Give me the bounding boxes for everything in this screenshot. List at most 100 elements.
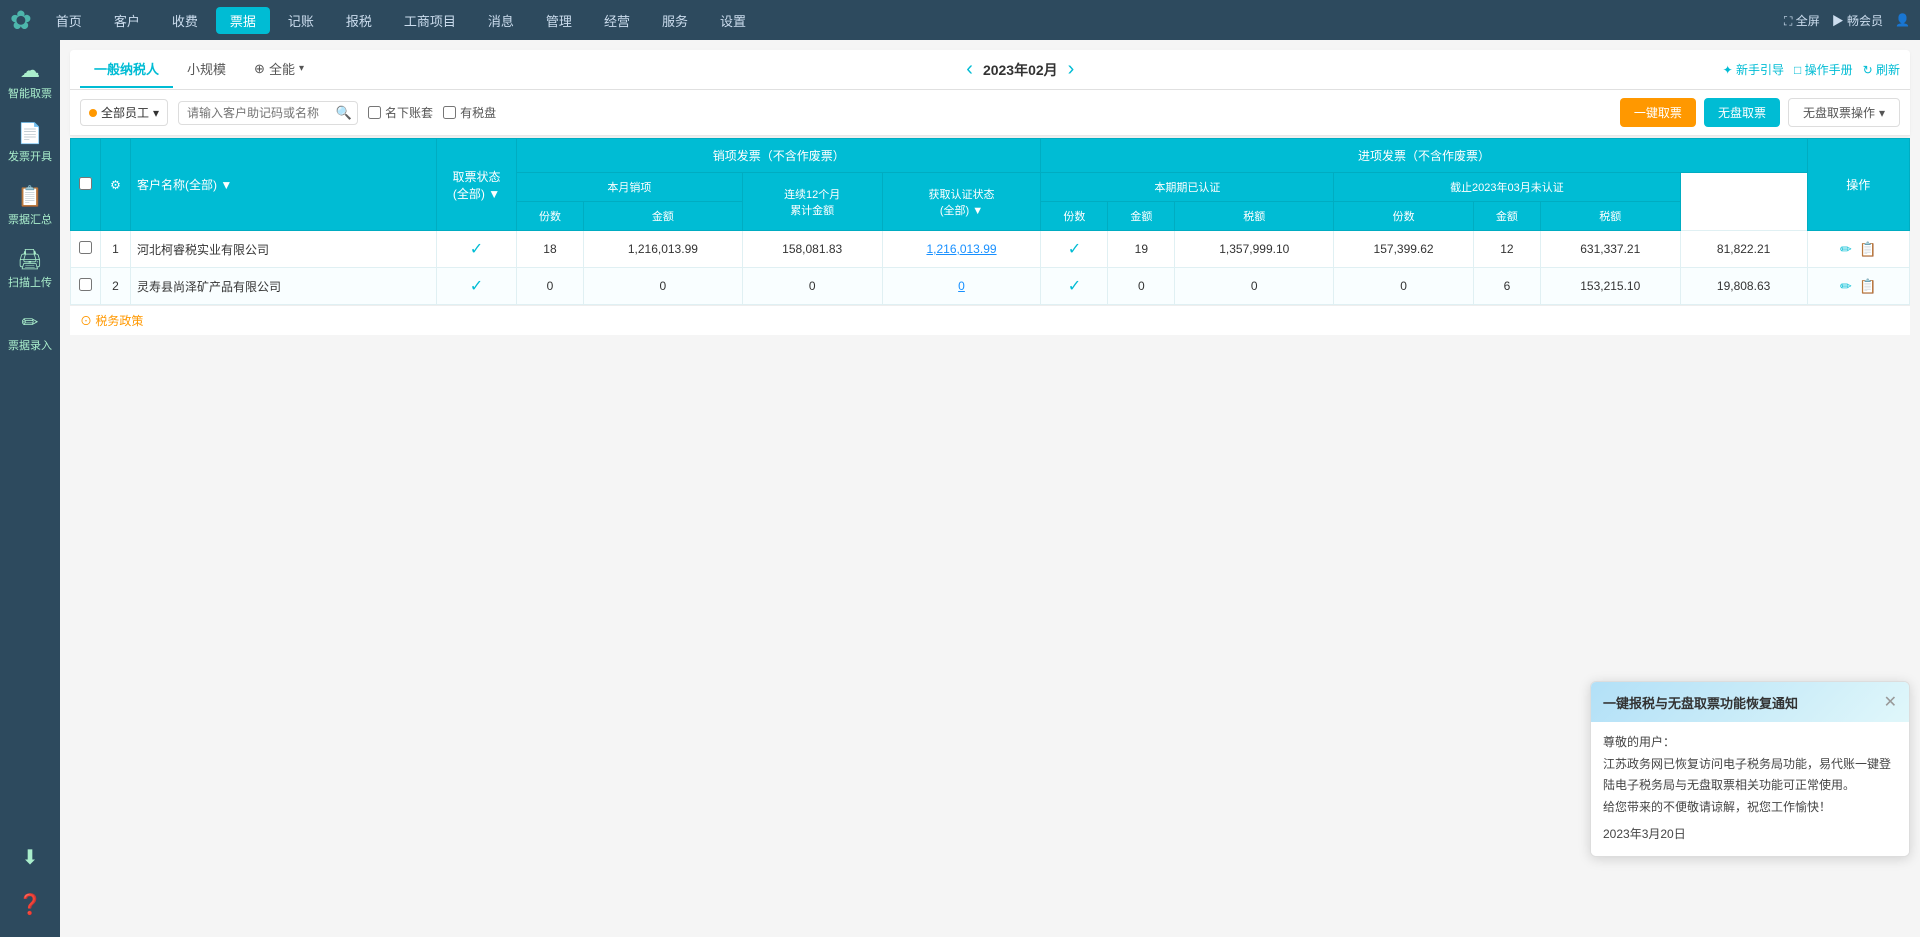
edit-icon[interactable]: ✏ xyxy=(1840,241,1852,257)
notification-body: 尊敬的用户： 江苏政务网已恢复访问电子税务局功能，易代账一键登陆电子税务局与无盘… xyxy=(1591,722,1909,856)
sidebar-item-ticket-summary[interactable]: 📋 票据汇总 xyxy=(4,176,56,235)
top-right-actions: ✦ 新手引导 □ 操作手册 ↻ 刷新 xyxy=(1723,61,1900,78)
row-cert-amount: 0 xyxy=(1175,268,1334,305)
th-monthly-sales: 本月销项 xyxy=(517,173,743,202)
row-actions: ✏ 📋 xyxy=(1807,268,1909,305)
sidebar-item-scan-upload[interactable]: 🖨 扫描上传 xyxy=(4,239,56,298)
select-all-checkbox[interactable] xyxy=(79,177,92,190)
fullscreen-btn[interactable]: ⛶ 全屏 xyxy=(1784,12,1820,29)
tabs-bar: 一般纳税人 小规模 ⊕ 全能 ▾ ‹ 2023年02月 › ✦ 新手引导 □ 操… xyxy=(70,50,1910,90)
sidebar-item-ticket-entry[interactable]: ✏ 票据录入 xyxy=(4,302,56,361)
check-tax-checkbox[interactable] xyxy=(443,106,456,119)
th-certified-tax: 税额 xyxy=(1175,202,1334,231)
row-checkbox xyxy=(71,231,101,268)
row-uncert-tax: 81,822.21 xyxy=(1680,231,1807,268)
invoice-open-icon: 📄 xyxy=(18,121,43,146)
th-certified-amount: 金额 xyxy=(1108,202,1175,231)
table-container: ⚙ 客户名称(全部) ▼ 取票状态(全部) ▼ 销项发票（不含作废票） 进项发票… xyxy=(70,138,1910,305)
th-group-sales: 销项发票（不含作废票） xyxy=(517,139,1041,173)
no-disk-ops-button[interactable]: 无盘取票操作 ▾ xyxy=(1788,98,1900,127)
check-circle-icon: ✓ xyxy=(1068,241,1081,258)
notification-close-btn[interactable]: ✕ xyxy=(1884,692,1897,712)
table-body: 1 河北柯睿税实业有限公司 ✓ 18 1,216,013.99 158,081.… xyxy=(71,231,1910,305)
no-disk-fetch-button[interactable]: 无盘取票 xyxy=(1704,98,1780,127)
row-uncert-tax: 19,808.63 xyxy=(1680,268,1807,305)
sidebar-item-smart-fetch[interactable]: ☁ 智能取票 xyxy=(4,50,56,109)
refresh-btn[interactable]: ↻ 刷新 xyxy=(1863,61,1900,78)
search-icon[interactable]: 🔍 xyxy=(336,105,352,121)
chevron-down-icon: ▾ xyxy=(1879,106,1885,120)
newbie-guide-btn[interactable]: ✦ 新手引导 xyxy=(1723,61,1784,78)
month-navigation: ‹ 2023年02月 › xyxy=(318,58,1723,81)
row-sales-amount: 1,216,013.99 xyxy=(583,231,742,268)
prev-month-btn[interactable]: ‹ xyxy=(966,58,973,81)
nav-message[interactable]: 消息 xyxy=(474,7,528,34)
chevron-down-icon: ▾ xyxy=(299,63,304,74)
th-uncertified-tax: 税额 xyxy=(1540,202,1680,231)
th-company-name: 客户名称(全部) ▼ xyxy=(131,139,437,231)
row-uncert-amount: 153,215.10 xyxy=(1540,268,1680,305)
sidebar-item-invoice-open[interactable]: 📄 发票开具 xyxy=(4,113,56,172)
settings-icon[interactable]: ⚙ xyxy=(110,178,121,192)
nav-tickets[interactable]: 票据 xyxy=(216,7,270,34)
ticket-entry-icon: ✏ xyxy=(22,310,39,335)
nav-fees[interactable]: 收费 xyxy=(158,7,212,34)
nav-right-actions: ⛶ 全屏 ▶ 畅会员 👤 xyxy=(1784,12,1910,29)
check-tax-label[interactable]: 有税盘 xyxy=(443,104,496,121)
employee-filter[interactable]: 全部员工 ▾ xyxy=(80,99,168,126)
th-sales-count: 份数 xyxy=(517,202,584,231)
sidebar-bottom: ⬇ ❓ xyxy=(4,837,56,937)
nav-manage[interactable]: 管理 xyxy=(532,7,586,34)
sidebar: ☁ 智能取票 📄 发票开具 📋 票据汇总 🖨 扫描上传 ✏ 票据录入 ⬇ ❓ xyxy=(0,40,60,937)
row-cert-count: 0 xyxy=(1108,268,1175,305)
nav-operation[interactable]: 经营 xyxy=(590,7,644,34)
row-cert-count: 19 xyxy=(1108,231,1175,268)
nav-business[interactable]: 工商项目 xyxy=(390,7,470,34)
detail-icon[interactable]: 📋 xyxy=(1859,278,1876,294)
nav-settings[interactable]: 设置 xyxy=(706,7,760,34)
tab-all-capable[interactable]: ⊕ 全能 ▾ xyxy=(240,51,318,88)
user-avatar[interactable]: 👤 xyxy=(1895,13,1910,27)
search-input[interactable] xyxy=(178,101,358,125)
sidebar-help-btn[interactable]: ❓ xyxy=(4,884,56,927)
row-12month-amount: 1,216,013.99 xyxy=(882,231,1041,268)
manual-btn[interactable]: □ 操作手册 xyxy=(1794,61,1853,78)
row-uncert-amount: 631,337.21 xyxy=(1540,231,1680,268)
th-period-certified: 本期期已认证 xyxy=(1041,173,1334,202)
nav-tax[interactable]: 报税 xyxy=(332,7,386,34)
check-account-label[interactable]: 名下账套 xyxy=(368,104,433,121)
search-wrap: 🔍 xyxy=(178,101,358,125)
nav-customer[interactable]: 客户 xyxy=(100,7,154,34)
one-key-fetch-button[interactable]: 一键取票 xyxy=(1620,98,1696,127)
notif-line-0: 尊敬的用户： xyxy=(1603,732,1897,754)
th-cert-status: 获取认证状态(全部) ▼ xyxy=(882,173,1041,231)
nav-service[interactable]: 服务 xyxy=(648,7,702,34)
edit-icon[interactable]: ✏ xyxy=(1840,278,1852,294)
sidebar-download-btn[interactable]: ⬇ xyxy=(4,837,56,880)
check-circle-icon: ✓ xyxy=(470,278,483,295)
next-month-btn[interactable]: › xyxy=(1068,58,1075,81)
table-row: 1 河北柯睿税实业有限公司 ✓ 18 1,216,013.99 158,081.… xyxy=(71,231,1910,268)
chevron-down-icon: ▾ xyxy=(153,106,159,120)
notification-header: 一键报税与无盘取票功能恢复通知 ✕ xyxy=(1591,682,1909,722)
nav-items: 首页 客户 收费 票据 记账 报税 工商项目 消息 管理 经营 服务 设置 xyxy=(42,7,1784,34)
tab-general-taxpayer[interactable]: 一般纳税人 xyxy=(80,51,173,88)
check-account-checkbox[interactable] xyxy=(368,106,381,119)
vip-btn[interactable]: ▶ 畅会员 xyxy=(1832,12,1883,29)
row-sales-tax: 158,081.83 xyxy=(742,231,882,268)
row-index: 2 xyxy=(101,268,131,305)
sidebar-item-label: 票据汇总 xyxy=(8,211,52,227)
row-company: 河北柯睿税实业有限公司 xyxy=(131,231,437,268)
row-cert-status: ✓ xyxy=(1041,268,1108,305)
th-fetch-status: 取票状态(全部) ▼ xyxy=(437,139,517,231)
tab-small-scale[interactable]: 小规模 xyxy=(173,51,240,88)
row-actions: ✏ 📋 xyxy=(1807,231,1909,268)
app-logo: ✿ xyxy=(10,5,32,36)
sidebar-item-label: 发票开具 xyxy=(8,148,52,164)
th-uncertified: 截止2023年03月未认证 xyxy=(1334,173,1680,202)
tax-policy-link[interactable]: ⊙ 税务政策 xyxy=(80,314,143,328)
nav-bookkeeping[interactable]: 记账 xyxy=(274,7,328,34)
scan-upload-icon: 🖨 xyxy=(17,247,42,272)
detail-icon[interactable]: 📋 xyxy=(1859,241,1876,257)
nav-home[interactable]: 首页 xyxy=(42,7,96,34)
